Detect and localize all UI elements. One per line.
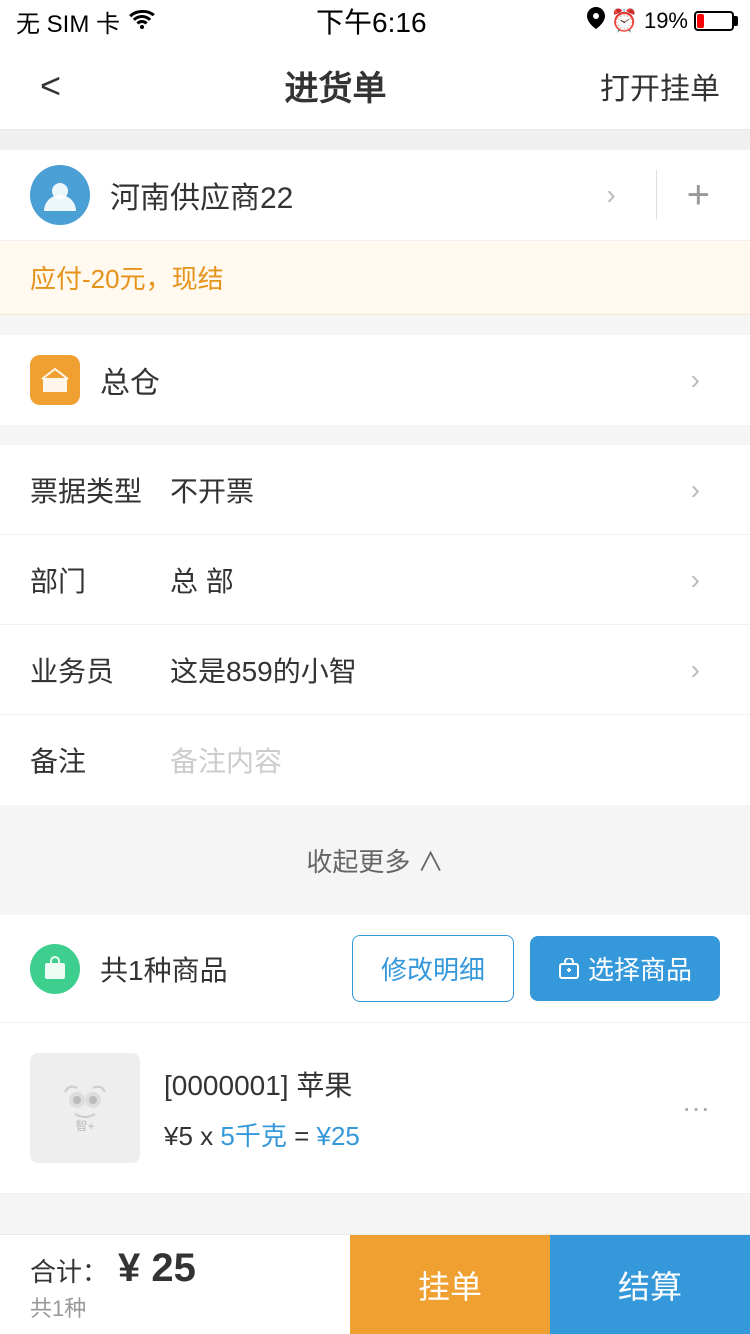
battery-percent: 19%	[644, 8, 688, 34]
page-title: 进货单	[285, 61, 387, 110]
product-qty: 5千克	[220, 1121, 286, 1151]
cart-icon	[558, 958, 580, 980]
warning-text: 应付-20元，现结	[30, 264, 224, 294]
checkout-button[interactable]: 结算	[550, 1235, 750, 1334]
wifi-icon	[128, 7, 156, 36]
bottom-bar: 合计： ¥ 25 共1种 挂单 结算	[0, 1234, 750, 1334]
add-button[interactable]: +	[677, 163, 720, 228]
divider	[656, 170, 657, 220]
total-label: 合计：	[30, 1252, 108, 1289]
warehouse-chevron-icon: ›	[691, 364, 700, 396]
supplier-name: 河南供应商22	[110, 173, 606, 217]
status-bar: 无 SIM 卡 下午6:16 ⏰ 19%	[0, 0, 750, 42]
supplier-avatar	[30, 165, 90, 225]
product-price: ¥5 x 5千克 = ¥25	[164, 1116, 672, 1153]
sales-value: 这是859的小智	[170, 650, 691, 690]
remark-label: 备注	[30, 740, 170, 780]
remark-row[interactable]: 备注 备注内容	[0, 715, 750, 805]
sales-label: 业务员	[30, 650, 170, 690]
total-amount: ¥ 25	[118, 1246, 196, 1291]
status-right: ⏰ 19%	[587, 7, 734, 35]
select-product-label: 选择商品	[588, 950, 692, 987]
status-time: 下午6:16	[316, 1, 427, 41]
dept-label: 部门	[30, 560, 170, 600]
sales-row[interactable]: 业务员 这是859的小智 ›	[0, 625, 750, 715]
product-name: [0000001] 苹果	[164, 1064, 672, 1104]
product-code: [0000001]	[164, 1070, 289, 1101]
warehouse-row[interactable]: 总仓 ›	[0, 335, 750, 425]
back-button[interactable]: <	[30, 55, 71, 117]
owl-logo-icon: 智+	[55, 1074, 115, 1143]
warehouse-name: 总仓	[100, 358, 691, 402]
supplier-chevron-icon: ›	[606, 179, 615, 211]
product-info: [0000001] 苹果 ¥5 x 5千克 = ¥25	[164, 1064, 672, 1153]
total-line: 合计： ¥ 25	[30, 1246, 320, 1291]
select-product-button[interactable]: 选择商品	[530, 936, 720, 1001]
products-count: 共1种商品	[100, 949, 352, 989]
collapse-label: 收起更多 ∧	[306, 842, 443, 879]
bottom-total: 合计： ¥ 25 共1种	[0, 1235, 350, 1334]
products-section: 共1种商品 修改明细 选择商品 智+	[0, 915, 750, 1194]
nav-bar: < 进货单 打开挂单	[0, 42, 750, 130]
invoice-chevron-icon: ›	[691, 474, 700, 506]
product-thumbnail: 智+	[30, 1053, 140, 1163]
section-gap-1	[0, 130, 750, 150]
location-icon	[587, 7, 605, 35]
warehouse-section: 总仓 ›	[0, 335, 750, 425]
edit-detail-button[interactable]: 修改明细	[352, 935, 514, 1002]
suspend-button[interactable]: 挂单	[350, 1235, 550, 1334]
dept-chevron-icon: ›	[691, 564, 700, 596]
open-pending-button[interactable]: 打开挂单	[600, 64, 720, 108]
invoice-value: 不开票	[170, 470, 691, 510]
status-left: 无 SIM 卡	[16, 4, 156, 39]
svg-text:智+: 智+	[75, 1118, 94, 1133]
warning-bar: 应付-20元，现结	[0, 241, 750, 315]
warehouse-icon	[30, 355, 80, 405]
unit-price: ¥5	[164, 1121, 193, 1151]
supplier-section: 河南供应商22 › +	[0, 150, 750, 241]
supplier-row[interactable]: 河南供应商22 ›	[30, 150, 636, 240]
dept-row[interactable]: 部门 总 部 ›	[0, 535, 750, 625]
products-header: 共1种商品 修改明细 选择商品	[0, 915, 750, 1023]
product-more-button[interactable]: ···	[672, 1082, 720, 1134]
alarm-icon: ⏰	[611, 8, 638, 34]
collapse-bar[interactable]: 收起更多 ∧	[0, 825, 750, 895]
product-title: 苹果	[296, 1070, 352, 1101]
battery-icon	[694, 11, 734, 31]
carrier-label: 无 SIM 卡	[16, 4, 120, 39]
dept-value: 总 部	[170, 560, 691, 600]
remark-placeholder: 备注内容	[170, 740, 720, 780]
sales-chevron-icon: ›	[691, 654, 700, 686]
invoice-row[interactable]: 票据类型 不开票 ›	[0, 445, 750, 535]
total-count: 共1种	[30, 1291, 320, 1323]
product-item: 智+ [0000001] 苹果 ¥5 x 5千克 = ¥25 ···	[0, 1023, 750, 1194]
product-total: ¥25	[317, 1121, 360, 1151]
invoice-label: 票据类型	[30, 470, 170, 510]
products-icon	[30, 944, 80, 994]
form-section: 票据类型 不开票 › 部门 总 部 › 业务员 这是859的小智 › 备注 备注…	[0, 445, 750, 805]
